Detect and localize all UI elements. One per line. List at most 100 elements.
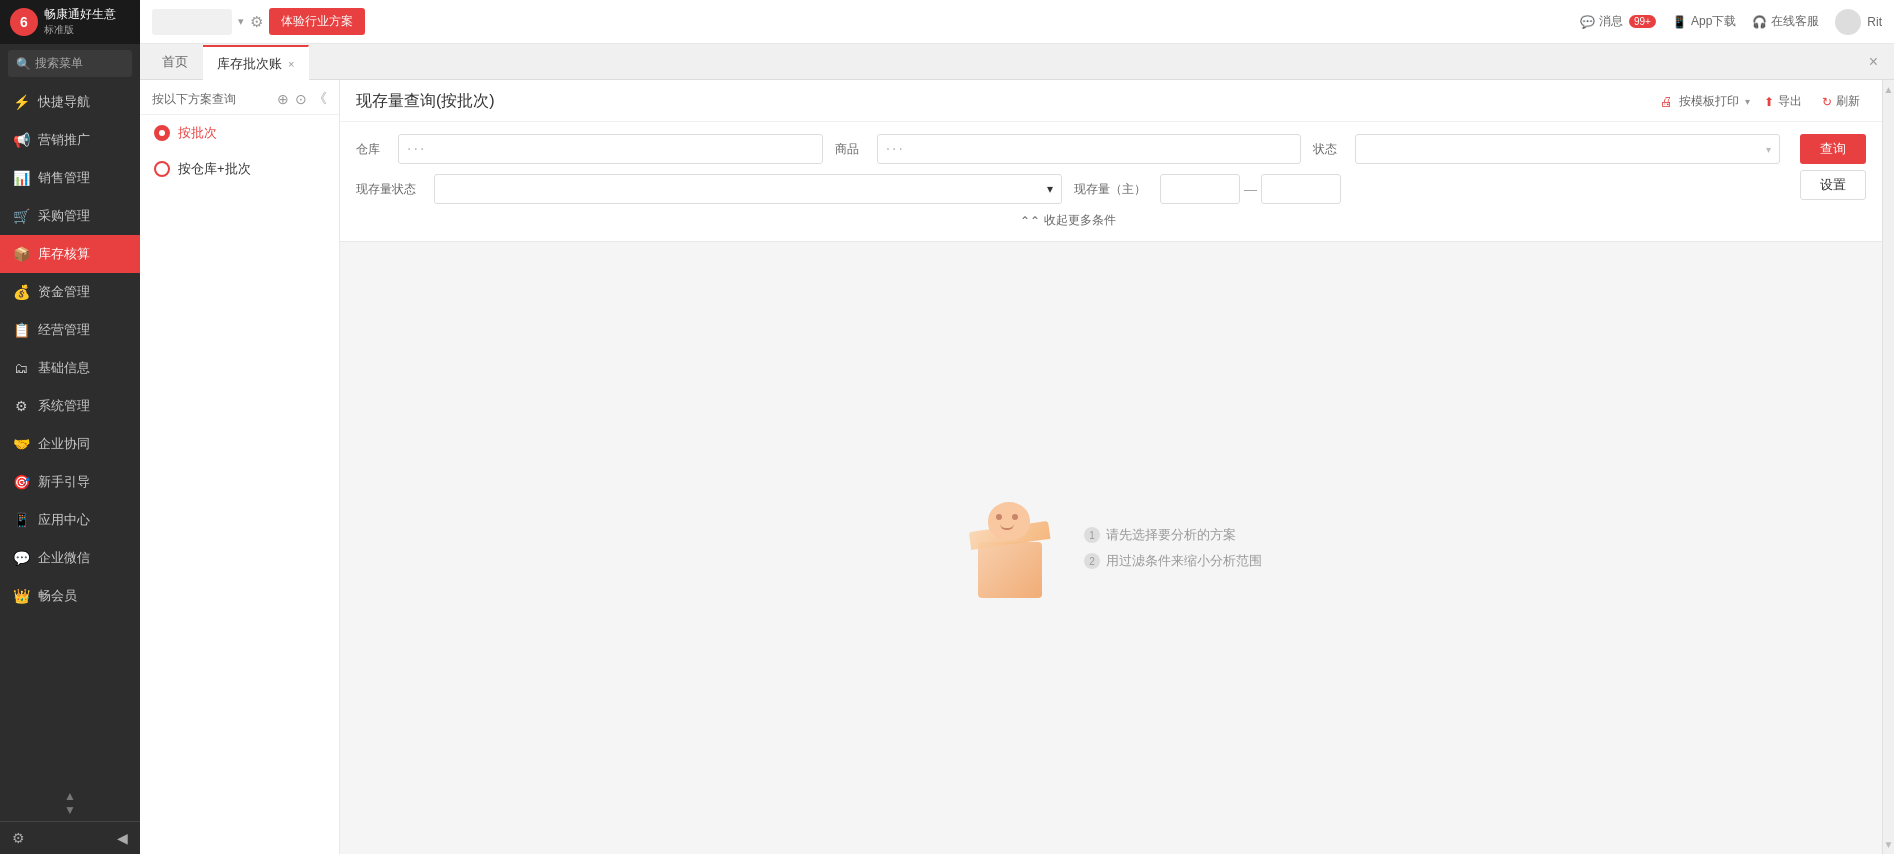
sidebar-item-purchase[interactable]: 🛒 采购管理: [0, 197, 140, 235]
tip-num-2: 2: [1084, 553, 1100, 569]
stock-amount-max[interactable]: [1261, 174, 1341, 204]
settings-scheme-btn[interactable]: ⊙: [295, 91, 307, 107]
marketing-icon: 📢: [12, 131, 30, 149]
enterprise-icon: 🤝: [12, 435, 30, 453]
user-avatar: [1835, 9, 1861, 35]
sidebar-item-quick-nav[interactable]: ⚡ 快捷导航: [0, 83, 140, 121]
sidebar-item-label: 新手引导: [38, 473, 90, 491]
collapse-panel-btn[interactable]: 《: [313, 90, 327, 108]
sidebar-item-label: 经营管理: [38, 321, 90, 339]
export-btn[interactable]: ⬆ 导出: [1758, 90, 1808, 113]
stock-status-label: 现存量状态: [356, 181, 428, 198]
newbie-icon: 🎯: [12, 473, 30, 491]
sidebar-item-weixin[interactable]: 💬 企业微信: [0, 539, 140, 577]
empty-tip-2: 2 用过滤条件来缩小分析范围: [1084, 552, 1262, 570]
filter-item-by-batch[interactable]: 按批次: [140, 115, 339, 151]
app-info: 畅康通好生意 标准版: [44, 7, 116, 37]
filter-panel: 按以下方案查询 ⊕ ⊙ 《 按批次 按仓库+批次: [140, 80, 340, 854]
system-icon: ⚙: [12, 397, 30, 415]
add-scheme-btn[interactable]: ⊕: [277, 91, 289, 107]
search-menu[interactable]: 🔍 搜索菜单: [8, 50, 132, 77]
search-row-1: 仓库 ··· 商品 ···: [356, 134, 1780, 164]
sidebar-item-app-center[interactable]: 📱 应用中心: [0, 501, 140, 539]
basics-icon: 🗂: [12, 359, 30, 377]
sidebar-item-enterprise[interactable]: 🤝 企业协同: [0, 425, 140, 463]
scroll-up-arrow[interactable]: ▲: [64, 789, 76, 803]
status-field: 状态 ▾: [1313, 134, 1780, 164]
print-dropdown[interactable]: 🖨 按模板打印 ▾: [1660, 93, 1750, 110]
warehouse-placeholder: ···: [407, 140, 426, 158]
tab-bar: 首页 库存批次账 × ×: [140, 44, 1894, 80]
filter-item-by-warehouse-batch-label: 按仓库+批次: [178, 160, 251, 178]
warehouse-label: 仓库: [356, 141, 392, 158]
sidebar-nav: ⚡ 快捷导航 📢 营销推广 📊 销售管理 🛒 采购管理 📦 库存核算 💰 资金管…: [0, 83, 140, 785]
online-service-group[interactable]: 🎧 在线客服: [1752, 13, 1819, 30]
tip-text-2: 用过滤条件来缩小分析范围: [1106, 552, 1262, 570]
print-chevron-icon: ▾: [1745, 96, 1750, 107]
refresh-icon: ↻: [1822, 95, 1832, 109]
sidebar-item-label: 资金管理: [38, 283, 90, 301]
sidebar-item-newbie[interactable]: 🎯 新手引导: [0, 463, 140, 501]
sidebar-item-label: 系统管理: [38, 397, 90, 415]
top-header: ▾ ⚙ 体验行业方案 💬 消息 99+ 📱 App下载 🎧 在线客服 Rit: [140, 0, 1894, 44]
notification-label: 消息: [1599, 13, 1623, 30]
stock-amount-field: 现存量（主） —: [1074, 174, 1780, 204]
sidebar-item-basics[interactable]: 🗂 基础信息: [0, 349, 140, 387]
query-btn[interactable]: 查询: [1800, 134, 1866, 164]
goods-input[interactable]: ···: [877, 134, 1302, 164]
gear-button[interactable]: ⚙: [250, 13, 263, 31]
scroll-down-arrow[interactable]: ▼: [64, 803, 76, 817]
finance-icon: 💰: [12, 283, 30, 301]
main-area: ▾ ⚙ 体验行业方案 💬 消息 99+ 📱 App下载 🎧 在线客服 Rit: [140, 0, 1894, 854]
empty-tips: 1 请先选择要分析的方案 2 用过滤条件来缩小分析范围: [1084, 526, 1262, 570]
experience-btn[interactable]: 体验行业方案: [269, 8, 365, 35]
quick-nav-icon: ⚡: [12, 93, 30, 111]
online-service-label: 在线客服: [1771, 13, 1819, 30]
filter-item-by-batch-label: 按批次: [178, 124, 217, 142]
stock-amount-label: 现存量（主）: [1074, 181, 1154, 198]
refresh-btn[interactable]: ↻ 刷新: [1816, 90, 1866, 113]
sidebar-item-member[interactable]: 👑 畅会员: [0, 577, 140, 615]
right-scrollbar[interactable]: ▲ ▼: [1882, 80, 1894, 854]
status-input[interactable]: ▾: [1355, 134, 1780, 164]
inventory-icon: 📦: [12, 245, 30, 263]
tab-close-icon[interactable]: ×: [288, 58, 294, 70]
app-download-group[interactable]: 📱 App下载: [1672, 13, 1736, 30]
stock-status-select[interactable]: ▾: [434, 174, 1062, 204]
collapse-label: 收起更多条件: [1044, 212, 1116, 229]
notification-group[interactable]: 💬 消息 99+: [1580, 13, 1656, 30]
empty-state-content: 1 请先选择要分析的方案 2 用过滤条件来缩小分析范围: [960, 498, 1262, 598]
goods-label: 商品: [835, 141, 871, 158]
member-icon: 👑: [12, 587, 30, 605]
weixin-icon: 💬: [12, 549, 30, 567]
filter-dot-inner: [159, 130, 165, 136]
status-chevron-icon: ▾: [1766, 144, 1771, 155]
user-info[interactable]: Rit: [1835, 9, 1882, 35]
sidebar-item-operations[interactable]: 📋 经营管理: [0, 311, 140, 349]
warehouse-input[interactable]: ···: [398, 134, 823, 164]
collapse-conditions-btn[interactable]: ⌃⌃ 收起更多条件: [1020, 212, 1116, 229]
export-icon: ⬆: [1764, 95, 1774, 109]
settings-btn[interactable]: 设置: [1800, 170, 1866, 200]
warehouse-field: 仓库 ···: [356, 134, 823, 164]
search-area: 仓库 ··· 商品 ···: [340, 122, 1882, 242]
stock-amount-min[interactable]: [1160, 174, 1240, 204]
export-label: 导出: [1778, 93, 1802, 110]
sidebar-item-label: 采购管理: [38, 207, 90, 225]
tip-text-1: 请先选择要分析的方案: [1106, 526, 1236, 544]
sidebar-item-finance[interactable]: 💰 资金管理: [0, 273, 140, 311]
sidebar-item-inventory[interactable]: 📦 库存核算: [0, 235, 140, 273]
print-label: 按模板打印: [1679, 93, 1739, 110]
sidebar-item-sales[interactable]: 📊 销售管理: [0, 159, 140, 197]
stock-status-field: 现存量状态 ▾: [356, 174, 1062, 204]
sidebar-item-system[interactable]: ⚙ 系统管理: [0, 387, 140, 425]
filter-item-by-warehouse-batch[interactable]: 按仓库+批次: [140, 151, 339, 187]
settings-icon[interactable]: ⚙: [12, 830, 25, 846]
sidebar-item-marketing[interactable]: 📢 营销推广: [0, 121, 140, 159]
breadcrumb-input[interactable]: [152, 9, 232, 35]
collapse-sidebar-icon[interactable]: ◀: [117, 830, 128, 846]
tab-inventory-batch[interactable]: 库存批次账 ×: [203, 45, 309, 81]
tab-home[interactable]: 首页: [148, 44, 203, 80]
tip-num-1: 1: [1084, 527, 1100, 543]
tab-bar-close-btn[interactable]: ×: [1861, 53, 1886, 71]
